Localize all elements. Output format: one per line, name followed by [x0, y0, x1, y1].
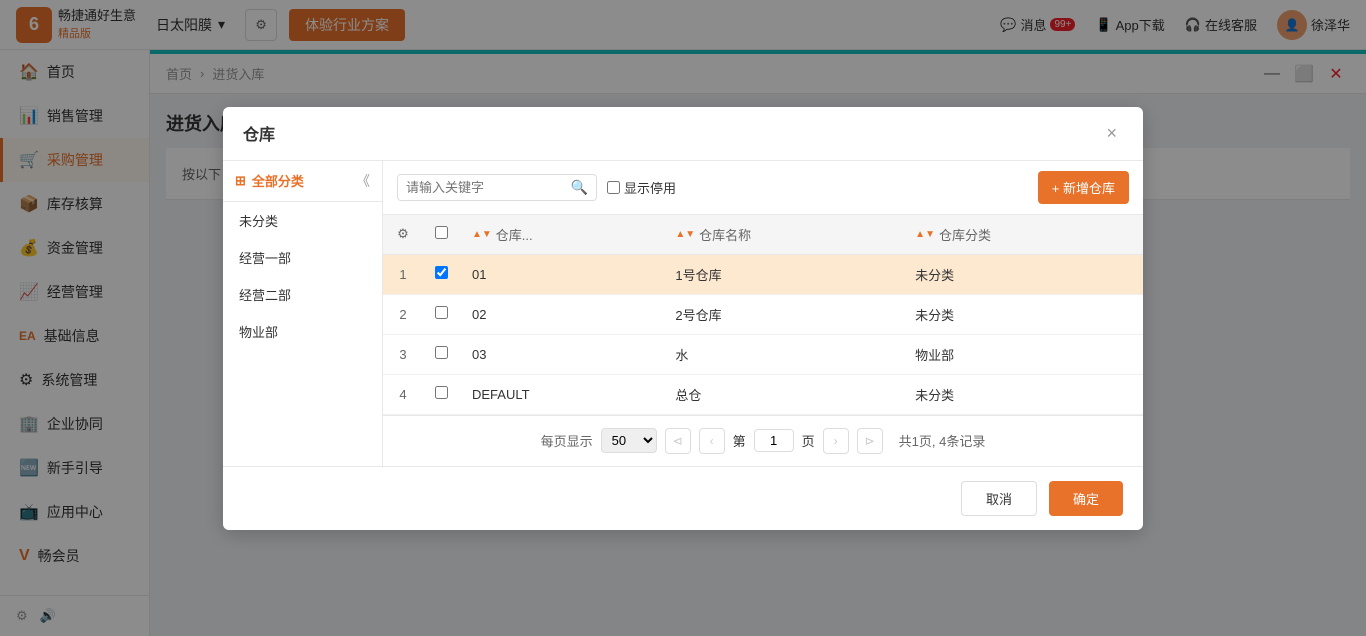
page-unit: 页	[802, 431, 815, 450]
show-disabled-checkbox[interactable]	[607, 181, 620, 194]
cancel-button[interactable]: 取消	[961, 481, 1037, 516]
row-checkbox[interactable]	[435, 306, 448, 319]
row-code: 01	[460, 254, 663, 294]
modal-overlay: 仓库 × ⊞ 全部分类 《 未分类 经营一部 经营二部 物业部	[0, 0, 1366, 636]
row-checkbox-cell	[423, 334, 460, 374]
row-name: 水	[663, 334, 903, 374]
table-row[interactable]: 2 02 2号仓库 未分类	[383, 294, 1143, 334]
sort-icon: ▲▼	[472, 229, 492, 240]
category-item-property[interactable]: 物业部	[223, 313, 382, 350]
modal-header: 仓库 ×	[223, 107, 1143, 161]
category-panel: ⊞ 全部分类 《 未分类 经营一部 经营二部 物业部	[223, 161, 383, 466]
row-checkbox[interactable]	[435, 266, 448, 279]
row-name: 总仓	[663, 374, 903, 414]
search-icon: 🔍	[571, 179, 588, 196]
row-checkbox[interactable]	[435, 346, 448, 359]
last-page-button[interactable]: ⊳	[857, 428, 883, 454]
category-item-uncat[interactable]: 未分类	[223, 202, 382, 239]
row-checkbox-cell	[423, 294, 460, 334]
table-row[interactable]: 4 DEFAULT 总仓 未分类	[383, 374, 1143, 414]
category-list: 未分类 经营一部 经营二部 物业部	[223, 202, 382, 466]
add-warehouse-button[interactable]: + 新增仓库	[1038, 171, 1129, 204]
warehouse-modal: 仓库 × ⊞ 全部分类 《 未分类 经营一部 经营二部 物业部	[223, 107, 1143, 530]
row-category: 未分类	[903, 294, 1143, 334]
category-item-dept2[interactable]: 经营二部	[223, 276, 382, 313]
search-input[interactable]	[406, 180, 565, 195]
show-disabled-text: 显示停用	[624, 178, 676, 197]
modal-footer: 取消 确定	[223, 466, 1143, 530]
confirm-button[interactable]: 确定	[1049, 481, 1123, 516]
row-name: 1号仓库	[663, 254, 903, 294]
search-box: 🔍	[397, 174, 597, 201]
col-code: ▲▼ 仓库...	[460, 215, 663, 255]
category-item-dept1[interactable]: 经营一部	[223, 239, 382, 276]
row-code: DEFAULT	[460, 374, 663, 414]
row-code: 03	[460, 334, 663, 374]
sort-category-icon: ▲▼	[915, 229, 935, 240]
row-category: 未分类	[903, 374, 1143, 414]
modal-close-button[interactable]: ×	[1100, 121, 1123, 146]
show-disabled-label: 显示停用	[607, 178, 676, 197]
modal-title: 仓库	[243, 121, 275, 145]
page-label: 第	[733, 431, 746, 450]
table-container: ⚙ ▲▼ 仓库...	[383, 215, 1143, 415]
category-title: ⊞ 全部分类	[235, 171, 304, 190]
row-num: 2	[383, 294, 423, 334]
table-toolbar: 🔍 显示停用 + 新增仓库	[383, 161, 1143, 215]
select-all-checkbox[interactable]	[435, 226, 448, 239]
table-row[interactable]: 1 01 1号仓库 未分类	[383, 254, 1143, 294]
row-num: 3	[383, 334, 423, 374]
row-checkbox-cell	[423, 374, 460, 414]
next-page-button[interactable]: ›	[823, 428, 849, 454]
modal-body: ⊞ 全部分类 《 未分类 经营一部 经营二部 物业部	[223, 161, 1143, 466]
category-title-label: 全部分类	[252, 171, 304, 190]
row-code: 02	[460, 294, 663, 334]
row-num: 4	[383, 374, 423, 414]
category-collapse-button[interactable]: 《	[356, 171, 370, 191]
pagination-bar: 每页显示 50 10 20 100 ⊲ ‹ 第 页 › ⊳ 共1页, 4条记录	[383, 415, 1143, 466]
table-row[interactable]: 3 03 水 物业部	[383, 334, 1143, 374]
warehouse-table: ⚙ ▲▼ 仓库...	[383, 215, 1143, 415]
col-category: ▲▼ 仓库分类	[903, 215, 1143, 255]
total-info: 共1页, 4条记录	[899, 431, 986, 450]
row-checkbox-cell	[423, 254, 460, 294]
first-page-button[interactable]: ⊲	[665, 428, 691, 454]
grid-icon: ⊞	[235, 173, 246, 189]
row-category: 物业部	[903, 334, 1143, 374]
col-name: ▲▼ 仓库名称	[663, 215, 903, 255]
per-page-select[interactable]: 50 10 20 100	[601, 428, 657, 453]
row-category: 未分类	[903, 254, 1143, 294]
row-num: 1	[383, 254, 423, 294]
row-name: 2号仓库	[663, 294, 903, 334]
prev-page-button[interactable]: ‹	[699, 428, 725, 454]
table-panel: 🔍 显示停用 + 新增仓库 ⚙	[383, 161, 1143, 466]
sort-name-icon: ▲▼	[675, 229, 695, 240]
per-page-label: 每页显示	[541, 431, 593, 450]
col-settings: ⚙	[383, 215, 423, 255]
col-checkbox	[423, 215, 460, 255]
category-header: ⊞ 全部分类 《	[223, 161, 382, 202]
page-input[interactable]	[754, 429, 794, 452]
settings-col-icon: ⚙	[397, 226, 409, 241]
row-checkbox[interactable]	[435, 386, 448, 399]
